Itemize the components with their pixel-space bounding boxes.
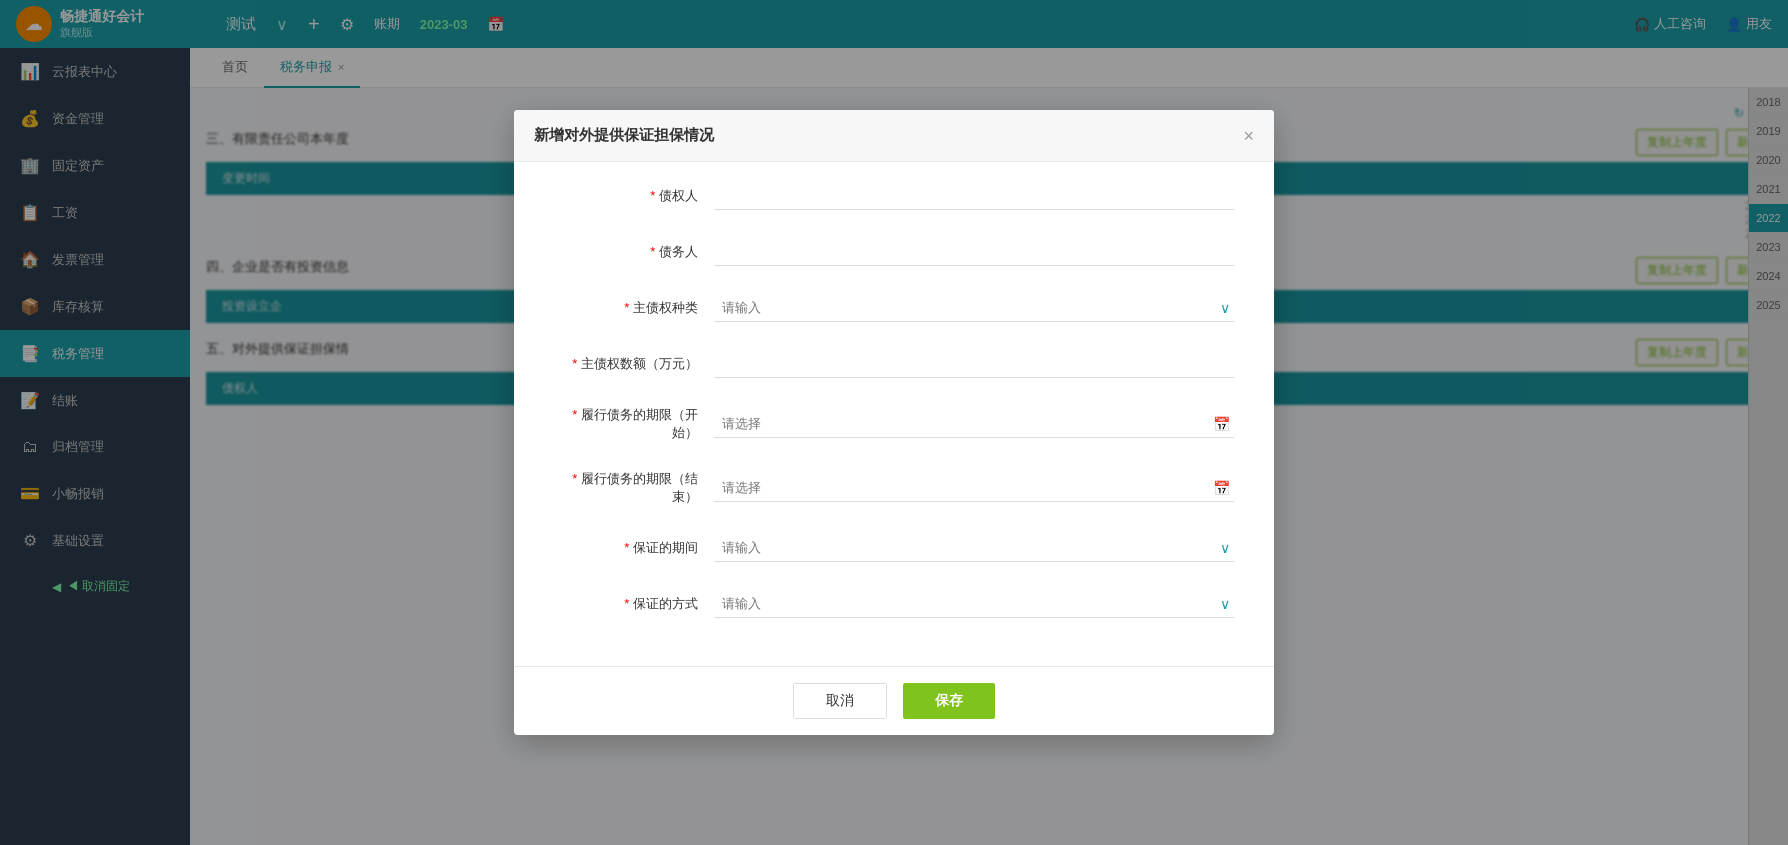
calendar-start-icon[interactable]: 📅 bbox=[1213, 416, 1234, 432]
field-debtor: * 债务人 bbox=[554, 238, 1234, 266]
cancel-button[interactable]: 取消 bbox=[793, 683, 887, 719]
date-wrapper-end[interactable]: 📅 bbox=[714, 474, 1234, 502]
label-debtor: * 债务人 bbox=[554, 243, 714, 261]
input-creditor[interactable] bbox=[714, 182, 1234, 210]
field-guarantee-period: * 保证的期间 ∨ bbox=[554, 534, 1234, 562]
input-period-end[interactable] bbox=[714, 474, 1213, 501]
date-wrapper-start[interactable]: 📅 bbox=[714, 410, 1234, 438]
chevron-down-icon-2: ∨ bbox=[1220, 540, 1234, 556]
modal-dialog: 新增对外提供保证担保情况 × * 债权人 * 债务人 bbox=[514, 110, 1274, 735]
select-wrapper-guarantee-period[interactable]: ∨ bbox=[714, 534, 1234, 562]
label-guarantee-period: * 保证的期间 bbox=[554, 539, 714, 557]
field-creditor: * 债权人 bbox=[554, 182, 1234, 210]
save-button[interactable]: 保存 bbox=[903, 683, 995, 719]
label-period-start: * 履行债务的期限（开始） bbox=[554, 406, 714, 442]
label-debt-type: * 主债权种类 bbox=[554, 299, 714, 317]
label-creditor: * 债权人 bbox=[554, 187, 714, 205]
input-period-start[interactable] bbox=[714, 410, 1213, 437]
modal-body: * 债权人 * 债务人 * 主债权种类 bbox=[514, 162, 1274, 666]
modal-close-button[interactable]: × bbox=[1243, 127, 1254, 145]
modal-overlay: 新增对外提供保证担保情况 × * 债权人 * 债务人 bbox=[0, 0, 1788, 845]
select-wrapper-guarantee-method[interactable]: ∨ bbox=[714, 590, 1234, 618]
modal-footer: 取消 保存 bbox=[514, 666, 1274, 735]
chevron-down-icon-3: ∨ bbox=[1220, 596, 1234, 612]
modal-title: 新增对外提供保证担保情况 bbox=[534, 126, 714, 145]
chevron-down-icon: ∨ bbox=[1220, 300, 1234, 316]
input-guarantee-method[interactable] bbox=[714, 590, 1220, 617]
field-period-start: * 履行债务的期限（开始） 📅 bbox=[554, 406, 1234, 442]
field-period-end: * 履行债务的期限（结束） 📅 bbox=[554, 470, 1234, 506]
calendar-end-icon[interactable]: 📅 bbox=[1213, 480, 1234, 496]
field-debt-amount: * 主债权数额（万元） bbox=[554, 350, 1234, 378]
input-guarantee-period[interactable] bbox=[714, 534, 1220, 561]
input-debtor[interactable] bbox=[714, 238, 1234, 266]
input-debt-type[interactable] bbox=[714, 294, 1220, 321]
modal-header: 新增对外提供保证担保情况 × bbox=[514, 110, 1274, 162]
select-wrapper-debt-type[interactable]: ∨ bbox=[714, 294, 1234, 322]
field-debt-type: * 主债权种类 ∨ bbox=[554, 294, 1234, 322]
label-guarantee-method: * 保证的方式 bbox=[554, 595, 714, 613]
input-debt-amount[interactable] bbox=[714, 350, 1234, 378]
field-guarantee-method: * 保证的方式 ∨ bbox=[554, 590, 1234, 618]
label-period-end: * 履行债务的期限（结束） bbox=[554, 470, 714, 506]
label-debt-amount: * 主债权数额（万元） bbox=[554, 355, 714, 373]
